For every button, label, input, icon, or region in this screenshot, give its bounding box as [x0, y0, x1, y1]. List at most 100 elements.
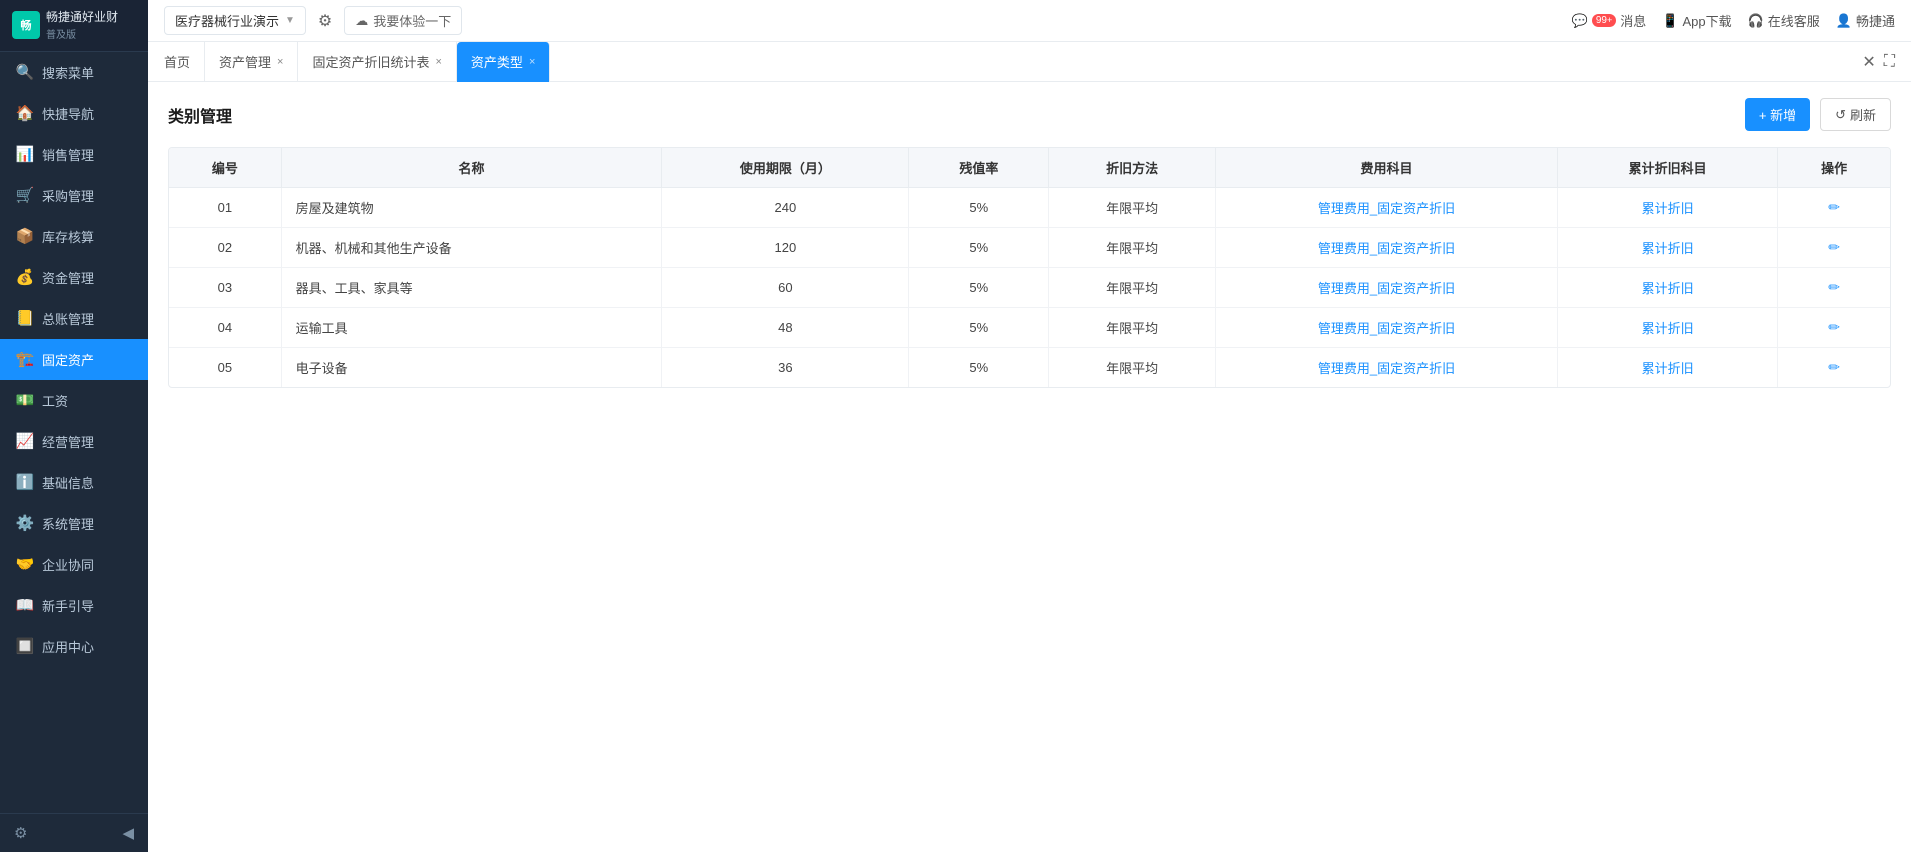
- app-download-label: App下载: [1682, 11, 1731, 30]
- tab-depreciation-table[interactable]: 固定资产折旧统计表 ×: [298, 42, 456, 82]
- sidebar-item-operations[interactable]: 📈 经营管理: [0, 421, 148, 462]
- sidebar-label-guide: 新手引导: [42, 596, 94, 615]
- tab-home[interactable]: 首页: [164, 42, 205, 82]
- sidebar-item-guide[interactable]: 📖 新手引导: [0, 585, 148, 626]
- sidebar-item-system[interactable]: ⚙️ 系统管理: [0, 503, 148, 544]
- table-header: 编号名称使用期限（月）残值率折旧方法费用科目累计折旧科目操作: [169, 148, 1890, 188]
- sidebar-item-search[interactable]: 🔍 搜索菜单: [0, 52, 148, 93]
- table-row: 05电子设备365%年限平均管理费用_固定资产折旧累计折旧✏: [169, 348, 1890, 388]
- cell-name-row-3: 运输工具: [281, 308, 662, 348]
- action-cell[interactable]: ✏: [1778, 228, 1890, 268]
- sidebar-label-purchase: 采购管理: [42, 186, 94, 205]
- new-button[interactable]: + 新增: [1745, 98, 1810, 131]
- action-cell[interactable]: ✏: [1778, 268, 1890, 308]
- col-header-life: 使用期限（月）: [662, 148, 909, 188]
- sales-icon: 📊: [16, 145, 34, 163]
- topbar-user[interactable]: 👤 畅捷通: [1836, 11, 1895, 30]
- tab-asset-type[interactable]: 资产类型×: [457, 42, 550, 82]
- expand-icon[interactable]: ⛶: [1884, 53, 1895, 71]
- inventory-icon: 📦: [16, 227, 34, 245]
- settings-icon[interactable]: ⚙: [14, 824, 27, 842]
- tabbar: 首页资产管理×固定资产折旧统计表×资产类型× ✕ ⛶: [148, 42, 1911, 82]
- operations-icon: 📈: [16, 432, 34, 450]
- cell-expense-row-2: 管理费用_固定资产折旧: [1216, 268, 1558, 308]
- sidebar-item-inventory[interactable]: 📦 库存核算: [0, 216, 148, 257]
- refresh-button[interactable]: ↺ 刷新: [1820, 98, 1891, 131]
- sidebar-item-app-center[interactable]: 🔲 应用中心: [0, 626, 148, 667]
- cell-code-row-0: 01: [169, 188, 281, 228]
- cell-residual-row-2: 5%: [909, 268, 1049, 308]
- tab-label-depreciation-table: 固定资产折旧统计表: [312, 52, 429, 71]
- col-header-method: 折旧方法: [1049, 148, 1216, 188]
- tab-asset-mgmt[interactable]: 资产管理 ×: [205, 42, 298, 82]
- gear-icon[interactable]: ⚙: [318, 11, 332, 31]
- sidebar-item-enterprise[interactable]: 🤝 企业协同: [0, 544, 148, 585]
- action-cell[interactable]: ✏: [1778, 348, 1890, 388]
- topbar-app-download[interactable]: 📱 App下载: [1662, 11, 1731, 30]
- sidebar-label-operations: 经营管理: [42, 432, 94, 451]
- refresh-label: 刷新: [1850, 105, 1876, 124]
- sidebar-label-enterprise: 企业协同: [42, 555, 94, 574]
- sidebar-item-salary[interactable]: 💵 工资: [0, 380, 148, 421]
- action-cell[interactable]: ✏: [1778, 188, 1890, 228]
- sidebar-item-basic-info[interactable]: ℹ️ 基础信息: [0, 462, 148, 503]
- col-header-residual: 残值率: [909, 148, 1049, 188]
- sidebar-item-fixed-assets[interactable]: 🏗️ 固定资产: [0, 339, 148, 380]
- sidebar-label-system: 系统管理: [42, 514, 94, 533]
- table-row: 03器具、工具、家具等605%年限平均管理费用_固定资产折旧累计折旧✏: [169, 268, 1890, 308]
- edit-icon-row-3[interactable]: ✏: [1828, 319, 1840, 335]
- experience-button[interactable]: ☁ 我要体验一下: [344, 6, 462, 35]
- tab-close-asset-type[interactable]: ×: [529, 56, 535, 68]
- tab-close-depreciation-table[interactable]: ×: [435, 56, 441, 68]
- cell-name-row-0: 房屋及建筑物: [281, 188, 662, 228]
- collapse-icon[interactable]: ◀: [122, 824, 134, 842]
- cell-expense-row-1: 管理费用_固定资产折旧: [1216, 228, 1558, 268]
- col-header-accum: 累计折旧科目: [1558, 148, 1778, 188]
- tab-label-asset-mgmt: 资产管理: [219, 52, 271, 71]
- content-header: 类别管理 + 新增 ↺ 刷新: [168, 98, 1891, 131]
- logo-sub: 普及版: [46, 26, 118, 41]
- edit-icon-row-4[interactable]: ✏: [1828, 359, 1840, 375]
- cell-residual-row-4: 5%: [909, 348, 1049, 388]
- data-table-container: 编号名称使用期限（月）残值率折旧方法费用科目累计折旧科目操作 01房屋及建筑物2…: [168, 147, 1891, 388]
- company-selector[interactable]: 医疗器械行业演示 ▼: [164, 6, 306, 35]
- tabbar-actions: ✕ ⛶: [1862, 52, 1895, 72]
- table-row: 01房屋及建筑物2405%年限平均管理费用_固定资产折旧累计折旧✏: [169, 188, 1890, 228]
- sidebar-item-quick-nav[interactable]: 🏠 快捷导航: [0, 93, 148, 134]
- experience-text: 我要体验一下: [373, 11, 451, 30]
- online-service-label: 在线客服: [1768, 11, 1820, 30]
- close-tab-icon[interactable]: ✕: [1862, 52, 1875, 72]
- sidebar-label-basic-info: 基础信息: [42, 473, 94, 492]
- cell-method-row-1: 年限平均: [1049, 228, 1216, 268]
- enterprise-icon: 🤝: [16, 555, 34, 573]
- action-cell[interactable]: ✏: [1778, 308, 1890, 348]
- sidebar-nav: 🔍 搜索菜单 🏠 快捷导航 📊 销售管理 🛒 采购管理 📦 库存核算 💰 资金管…: [0, 52, 148, 813]
- cell-accum-row-1: 累计折旧: [1558, 228, 1778, 268]
- topbar-online-service[interactable]: 🎧 在线客服: [1748, 11, 1820, 30]
- sidebar-item-purchase[interactable]: 🛒 采购管理: [0, 175, 148, 216]
- cell-method-row-2: 年限平均: [1049, 268, 1216, 308]
- cell-method-row-0: 年限平均: [1049, 188, 1216, 228]
- edit-icon-row-0[interactable]: ✏: [1828, 199, 1840, 215]
- content-actions: + 新增 ↺ 刷新: [1745, 98, 1891, 131]
- sidebar-item-capital[interactable]: 💰 资金管理: [0, 257, 148, 298]
- message-label: 消息: [1620, 11, 1646, 30]
- tab-close-asset-mgmt[interactable]: ×: [277, 56, 283, 68]
- cell-expense-row-3: 管理费用_固定资产折旧: [1216, 308, 1558, 348]
- cell-residual-row-3: 5%: [909, 308, 1049, 348]
- col-header-action: 操作: [1778, 148, 1890, 188]
- edit-icon-row-1[interactable]: ✏: [1828, 239, 1840, 255]
- sidebar-item-sales[interactable]: 📊 销售管理: [0, 134, 148, 175]
- edit-icon-row-2[interactable]: ✏: [1828, 279, 1840, 295]
- topbar-message[interactable]: 💬 99+ 消息: [1572, 11, 1647, 30]
- cell-accum-row-0: 累计折旧: [1558, 188, 1778, 228]
- user-icon: 👤: [1836, 13, 1852, 29]
- cell-name-row-2: 器具、工具、家具等: [281, 268, 662, 308]
- fixed-assets-icon: 🏗️: [16, 350, 34, 368]
- sidebar-item-ledger[interactable]: 📒 总账管理: [0, 298, 148, 339]
- logo-icon: 畅: [12, 11, 40, 39]
- cell-code-row-4: 05: [169, 348, 281, 388]
- capital-icon: 💰: [16, 268, 34, 286]
- col-header-code: 编号: [169, 148, 281, 188]
- cell-life-row-3: 48: [662, 308, 909, 348]
